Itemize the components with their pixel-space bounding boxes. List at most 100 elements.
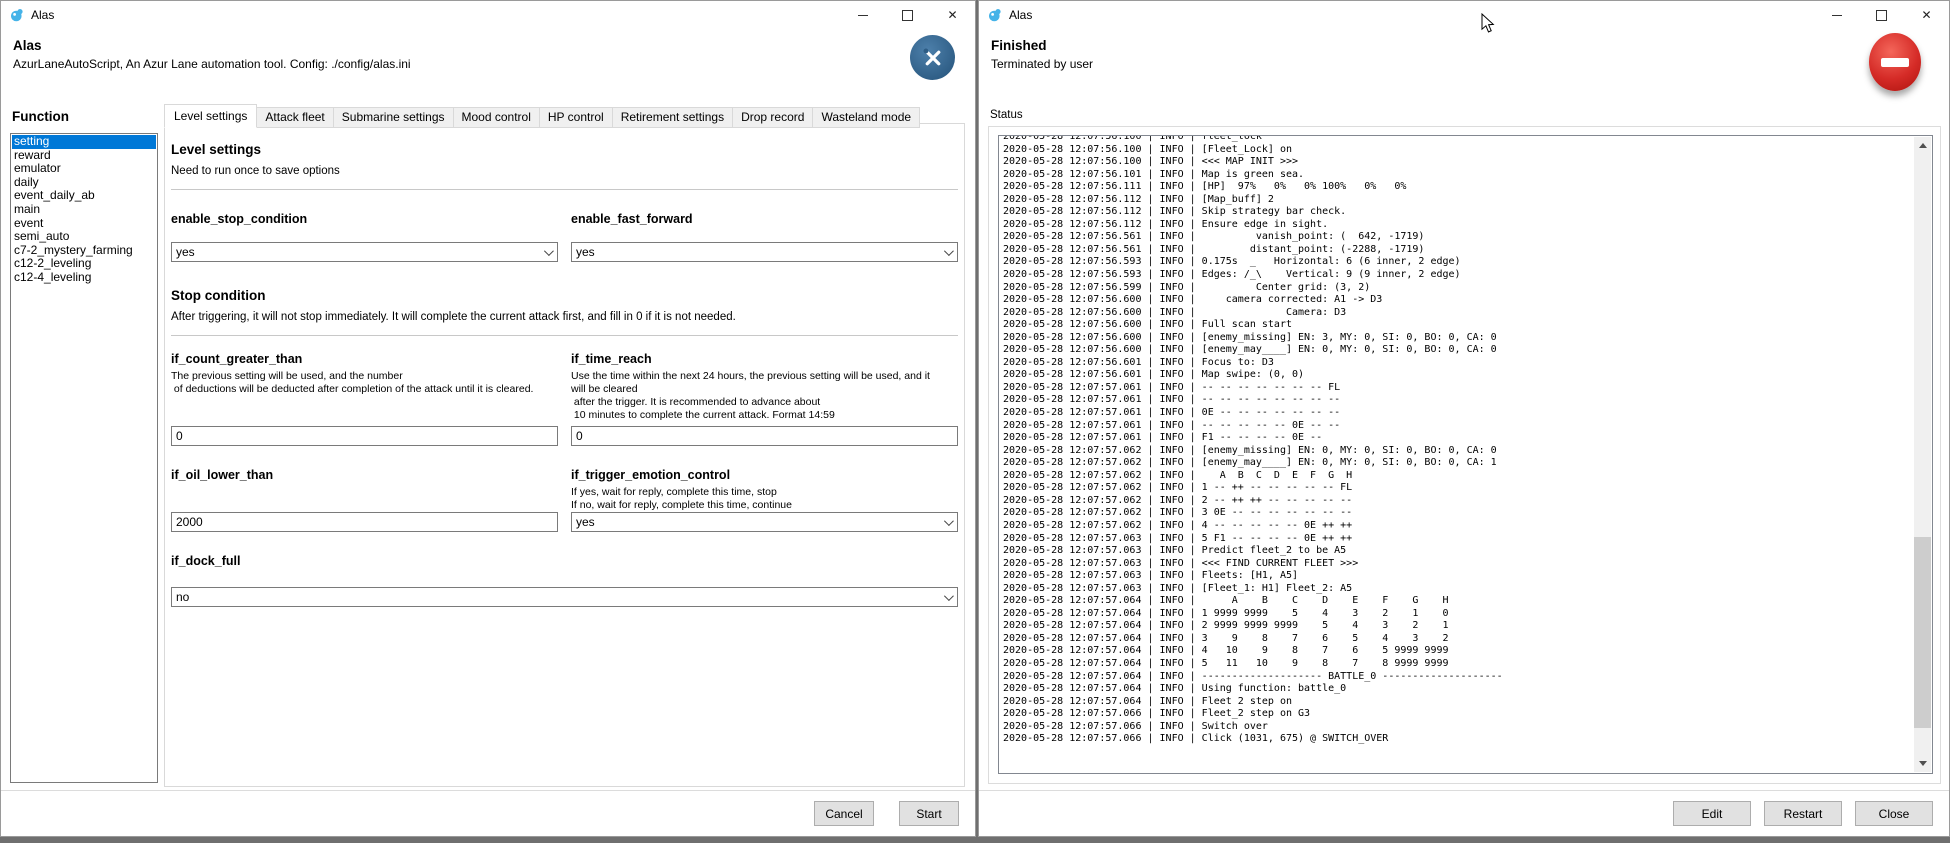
chevron-down-icon [944,516,954,526]
status-group-border: 2020-05-28 12:07:56.100 | INFO | fleet_l… [988,126,1941,784]
field-if-dock-full: if_dock_full no [171,532,958,607]
tools-badge [910,35,955,80]
log-line: 2020-05-28 12:07:57.062 | INFO | 1 -- ++… [1003,482,1914,495]
close-button[interactable]: ✕ [1904,1,1949,29]
settings-tab[interactable]: Level settings [164,104,257,128]
log-line: 2020-05-28 12:07:56.600 | INFO | Full sc… [1003,319,1914,332]
function-list-item[interactable]: event [12,217,156,231]
titlebar[interactable]: Alas ✕ [979,1,1949,29]
function-list-item[interactable]: c7-2_mystery_farming [12,244,156,258]
log-line: 2020-05-28 12:07:57.064 | INFO | Using f… [1003,683,1914,696]
maximize-button[interactable] [885,1,930,29]
function-list-item[interactable]: event_daily_ab [12,189,156,203]
settings-tab[interactable]: Retirement settings [612,107,733,128]
form-row-3: if_oil_lower_than if_trigger_emotion_con… [171,446,958,532]
section-subtitle-stop-condition: After triggering, it will not stop immed… [171,311,958,323]
wrench-screwdriver-icon [920,45,946,71]
function-sidebar: Function settingrewardemulatordailyevent… [10,109,158,783]
log-line: 2020-05-28 12:07:56.593 | INFO | Edges: … [1003,269,1914,282]
log-scrollbar[interactable] [1914,137,1931,772]
no-entry-icon [1869,33,1921,91]
enable-stop-condition-select[interactable]: yes [171,242,558,262]
log-line: 2020-05-28 12:07:57.064 | INFO | 5 11 10… [1003,658,1914,671]
desktop: { "icons": { "close": "✕", "minimize": "… [0,0,1950,843]
scroll-down-button[interactable] [1914,755,1931,772]
minimize-button[interactable] [840,1,885,29]
chevron-down-icon [944,591,954,601]
if-oil-lower-than-input[interactable] [171,512,558,532]
edit-button[interactable]: Edit [1673,801,1751,826]
log-lines: 2020-05-28 12:07:56.100 | INFO | fleet_l… [1003,135,1914,746]
scrollbar-thumb[interactable] [1914,537,1931,728]
function-list-item[interactable]: c12-2_leveling [12,257,156,271]
enable-fast-forward-select[interactable]: yes [571,242,958,262]
log-line: 2020-05-28 12:07:57.064 | INFO | -------… [1003,671,1914,684]
if-count-greater-than-input[interactable] [171,426,558,446]
settings-tab[interactable]: Wasteland mode [812,107,920,128]
function-list-item[interactable]: daily [12,176,156,190]
restart-button[interactable]: Restart [1764,801,1842,826]
window-title: Alas [1009,8,1032,22]
function-list-item[interactable]: c12-4_leveling [12,271,156,285]
settings-tab[interactable]: Mood control [453,107,540,128]
log-line: 2020-05-28 12:07:57.061 | INFO | F1 -- -… [1003,432,1914,445]
window-controls: ✕ [1814,1,1949,29]
if-dock-full-select[interactable]: no [171,587,958,607]
minimize-icon [1832,15,1842,16]
minimize-button[interactable] [1814,1,1859,29]
log-line: 2020-05-28 12:07:56.100 | INFO | fleet_l… [1003,135,1914,144]
maximize-button[interactable] [1859,1,1904,29]
settings-tab[interactable]: Drop record [732,107,813,128]
function-list-item[interactable]: reward [12,149,156,163]
field-description: If yes, wait for reply, complete this ti… [571,486,958,512]
log-line: 2020-05-28 12:07:56.600 | INFO | [enemy_… [1003,344,1914,357]
log-line: 2020-05-28 12:07:56.600 | INFO | [enemy_… [1003,332,1914,345]
cancel-button[interactable]: Cancel [814,801,874,826]
close-button[interactable]: ✕ [930,1,975,29]
titlebar[interactable]: Alas ✕ [1,1,975,29]
function-list-item[interactable]: main [12,203,156,217]
level-settings-pane: Level settings Need to run once to save … [164,123,965,787]
function-list-item[interactable]: semi_auto [12,230,156,244]
field-label: if_dock_full [171,554,958,568]
log-line: 2020-05-28 12:07:57.061 | INFO | -- -- -… [1003,420,1914,433]
chevron-down-icon [544,246,554,256]
log-line: 2020-05-28 12:07:56.100 | INFO | [Fleet_… [1003,144,1914,157]
select-value: yes [176,245,195,259]
log-line: 2020-05-28 12:07:56.593 | INFO | 0.175s … [1003,256,1914,269]
log-line: 2020-05-28 12:07:57.064 | INFO | Fleet 2… [1003,696,1914,709]
function-list-item[interactable]: setting [12,135,156,149]
close-window-button[interactable]: Close [1855,801,1933,826]
function-listbox[interactable]: settingrewardemulatordailyevent_daily_ab… [10,133,158,783]
scroll-up-icon [1919,143,1927,148]
log-output[interactable]: 2020-05-28 12:07:56.100 | INFO | fleet_l… [998,135,1933,774]
log-line: 2020-05-28 12:07:56.111 | INFO | [HP] 97… [1003,181,1914,194]
minimize-icon [858,15,868,16]
field-enable-stop-condition: enable_stop_condition yes [171,190,558,262]
if-time-reach-input[interactable] [571,426,958,446]
log-line: 2020-05-28 12:07:57.063 | INFO | <<< FIN… [1003,558,1914,571]
maximize-icon [902,10,913,21]
field-label: if_count_greater_than [171,352,558,366]
section-title-stop-condition: Stop condition [171,288,958,303]
start-button[interactable]: Start [899,801,959,826]
log-line: 2020-05-28 12:07:56.101 | INFO | Map is … [1003,169,1914,182]
function-list-item[interactable]: emulator [12,162,156,176]
log-line: 2020-05-28 12:07:56.112 | INFO | Skip st… [1003,206,1914,219]
log-line: 2020-05-28 12:07:57.061 | INFO | -- -- -… [1003,394,1914,407]
config-subtitle: AzurLaneAutoScript, An Azur Lane automat… [13,57,963,71]
settings-tab[interactable]: Attack fleet [256,107,333,128]
if-trigger-emotion-control-select[interactable]: yes [571,512,958,532]
alas-logo-icon [10,8,24,22]
log-line: 2020-05-28 12:07:57.061 | INFO | 0E -- -… [1003,407,1914,420]
log-line: 2020-05-28 12:07:57.064 | INFO | 3 9 8 7… [1003,633,1914,646]
close-icon: ✕ [1921,9,1931,21]
log-line: 2020-05-28 12:07:57.062 | INFO | 4 -- --… [1003,520,1914,533]
log-line: 2020-05-28 12:07:57.061 | INFO | -- -- -… [1003,382,1914,395]
settings-tab[interactable]: Submarine settings [333,107,454,128]
log-line: 2020-05-28 12:07:57.062 | INFO | 3 0E --… [1003,507,1914,520]
settings-tab[interactable]: HP control [539,107,613,128]
form-row-1: enable_stop_condition yes enable_fast_fo… [171,190,958,262]
log-line: 2020-05-28 12:07:56.561 | INFO | distant… [1003,244,1914,257]
scroll-up-button[interactable] [1914,137,1931,154]
